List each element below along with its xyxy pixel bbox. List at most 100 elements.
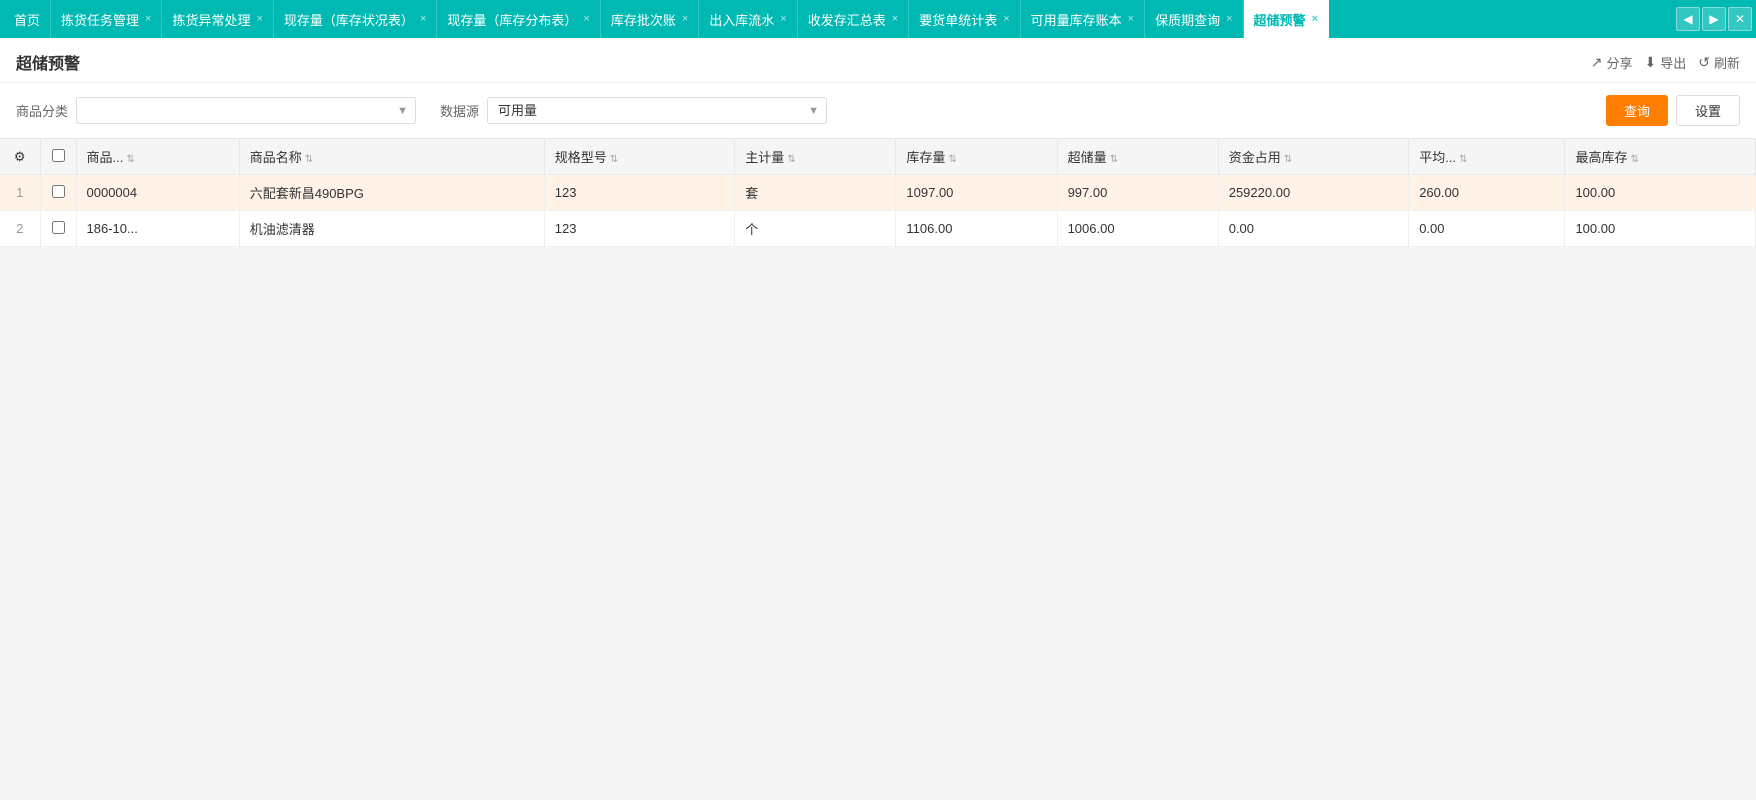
sort-icon-capital: ⇅ [1284,154,1292,165]
sort-icon-overstock: ⇅ [1110,154,1118,165]
close-tab-inventory-dist-icon[interactable]: × [583,13,589,25]
page-header: 超储预警 ↗ 分享 ⬇ 导出 ↺ 刷新 [0,38,1756,83]
settings-button[interactable]: 设置 [1676,95,1740,126]
datasource-label: 数据源 [440,101,479,120]
close-tab-receipt-summary-icon[interactable]: × [892,13,898,25]
category-label: 商品分类 [16,101,68,120]
datasource-select[interactable]: 可用量 库存量 [487,97,827,124]
category-select[interactable] [76,97,416,124]
row-checkbox-cell [40,211,76,247]
category-select-wrap: ▼ [76,97,416,124]
row-spec: 123 [544,175,734,211]
row-num: 1 [0,175,40,211]
nav-close-button[interactable]: ✕ [1728,7,1752,31]
th-capital[interactable]: 资金占用⇅ [1218,139,1408,175]
sort-icon-stock: ⇅ [948,154,956,165]
table-row: 1 0000004 六配套新昌490BPG 123 套 1097.00 997.… [0,175,1756,211]
refresh-icon: ↺ [1698,54,1710,71]
close-tab-available-account-icon[interactable]: × [1128,13,1134,25]
nav-tab-tuguo-task[interactable]: 拣货任务管理× [51,0,162,38]
row-max-stock: 100.00 [1565,175,1756,211]
row-checkbox-cell [40,175,76,211]
page-title: 超储预警 [16,50,80,74]
row-overstock: 1006.00 [1057,211,1218,247]
close-tab-tuguo-exception-icon[interactable]: × [256,13,262,25]
row-stock: 1097.00 [896,175,1057,211]
row-unit: 个 [735,211,896,247]
row-avg: 260.00 [1409,175,1565,211]
row-unit: 套 [735,175,896,211]
nav-tab-inventory-dist[interactable]: 现存量（库存分布表）× [437,0,600,38]
sort-icon-name: ⇅ [305,154,313,165]
row-capital: 259220.00 [1218,175,1408,211]
table-header-row: ⚙ 商品...⇅ 商品名称⇅ 规格型号⇅ 主计量⇅ 库存量⇅ 超储量⇅ 资金占用… [0,139,1756,175]
datasource-filter-group: 数据源 可用量 库存量 ▼ [440,97,827,124]
filter-area: 商品分类 ▼ 数据源 可用量 库存量 ▼ 查询 设置 [0,83,1756,138]
close-tab-overstock-warning-icon[interactable]: × [1312,13,1318,25]
th-gear[interactable]: ⚙ [0,139,40,175]
row-checkbox[interactable] [52,185,65,198]
header-actions: ↗ 分享 ⬇ 导出 ↺ 刷新 [1591,53,1740,72]
nav-prev-button[interactable]: ◀ [1676,7,1700,31]
refresh-button[interactable]: ↺ 刷新 [1698,53,1740,72]
row-num: 2 [0,211,40,247]
table-row: 2 186-10... 机油滤清器 123 个 1106.00 1006.00 … [0,211,1756,247]
row-name: 机油滤清器 [239,211,544,247]
nav-next-button[interactable]: ▶ [1702,7,1726,31]
th-spec[interactable]: 规格型号⇅ [544,139,734,175]
nav-tab-order-stats[interactable]: 要货单统计表× [909,0,1020,38]
nav-tab-available-account[interactable]: 可用量库存账本× [1021,0,1145,38]
th-max-stock[interactable]: 最高库存⇅ [1565,139,1756,175]
close-tab-tuguo-task-icon[interactable]: × [145,13,151,25]
sort-icon-avg: ⇅ [1459,154,1467,165]
row-code: 186-10... [76,211,239,247]
row-max-stock: 100.00 [1565,211,1756,247]
th-avg[interactable]: 平均...⇅ [1409,139,1565,175]
export-icon: ⬇ [1645,54,1657,71]
share-icon: ↗ [1591,54,1603,71]
data-table: ⚙ 商品...⇅ 商品名称⇅ 规格型号⇅ 主计量⇅ 库存量⇅ 超储量⇅ 资金占用… [0,138,1756,247]
row-capital: 0.00 [1218,211,1408,247]
datasource-select-wrap: 可用量 库存量 ▼ [487,97,827,124]
sort-icon-max-stock: ⇅ [1630,154,1638,165]
nav-tab-inventory-status[interactable]: 现存量（库存状况表）× [274,0,437,38]
sort-icon-unit: ⇅ [787,154,795,165]
row-spec: 123 [544,211,734,247]
nav-tab-overstock-warning[interactable]: 超储预警× [1244,0,1329,38]
row-stock: 1106.00 [896,211,1057,247]
select-all-checkbox[interactable] [52,149,65,162]
nav-tab-quality-check[interactable]: 保质期查询× [1145,0,1243,38]
close-tab-quality-check-icon[interactable]: × [1226,13,1232,25]
close-tab-inventory-status-icon[interactable]: × [420,13,426,25]
close-tab-batch-account-icon[interactable]: × [682,13,688,25]
page-content: 超储预警 ↗ 分享 ⬇ 导出 ↺ 刷新 商品分类 ▼ [0,38,1756,247]
close-tab-order-stats-icon[interactable]: × [1003,13,1009,25]
sort-icon-spec: ⇅ [610,154,618,165]
share-button[interactable]: ↗ 分享 [1591,53,1633,72]
row-code: 0000004 [76,175,239,211]
row-avg: 0.00 [1409,211,1565,247]
th-code[interactable]: 商品...⇅ [76,139,239,175]
th-unit[interactable]: 主计量⇅ [735,139,896,175]
nav-arrows: ◀ ▶ ✕ [1676,7,1752,31]
th-name[interactable]: 商品名称⇅ [239,139,544,175]
sort-icon-code: ⇅ [126,154,134,165]
th-overstock[interactable]: 超储量⇅ [1057,139,1218,175]
th-checkbox [40,139,76,175]
filter-actions: 查询 设置 [1606,95,1740,126]
category-filter-group: 商品分类 ▼ [16,97,416,124]
close-tab-inout-flow-icon[interactable]: × [780,13,786,25]
top-nav: 首页拣货任务管理×拣货异常处理×现存量（库存状况表）×现存量（库存分布表）×库存… [0,0,1756,38]
row-checkbox[interactable] [52,221,65,234]
nav-tab-batch-account[interactable]: 库存批次账× [601,0,699,38]
nav-tab-inout-flow[interactable]: 出入库流水× [699,0,797,38]
th-stock[interactable]: 库存量⇅ [896,139,1057,175]
row-overstock: 997.00 [1057,175,1218,211]
nav-tab-receipt-summary[interactable]: 收发存汇总表× [798,0,909,38]
row-name: 六配套新昌490BPG [239,175,544,211]
nav-tab-tuguo-exception[interactable]: 拣货异常处理× [162,0,273,38]
nav-tab-home[interactable]: 首页 [4,0,51,38]
table-wrap: ⚙ 商品...⇅ 商品名称⇅ 规格型号⇅ 主计量⇅ 库存量⇅ 超储量⇅ 资金占用… [0,138,1756,247]
export-button[interactable]: ⬇ 导出 [1645,53,1687,72]
query-button[interactable]: 查询 [1606,95,1668,126]
